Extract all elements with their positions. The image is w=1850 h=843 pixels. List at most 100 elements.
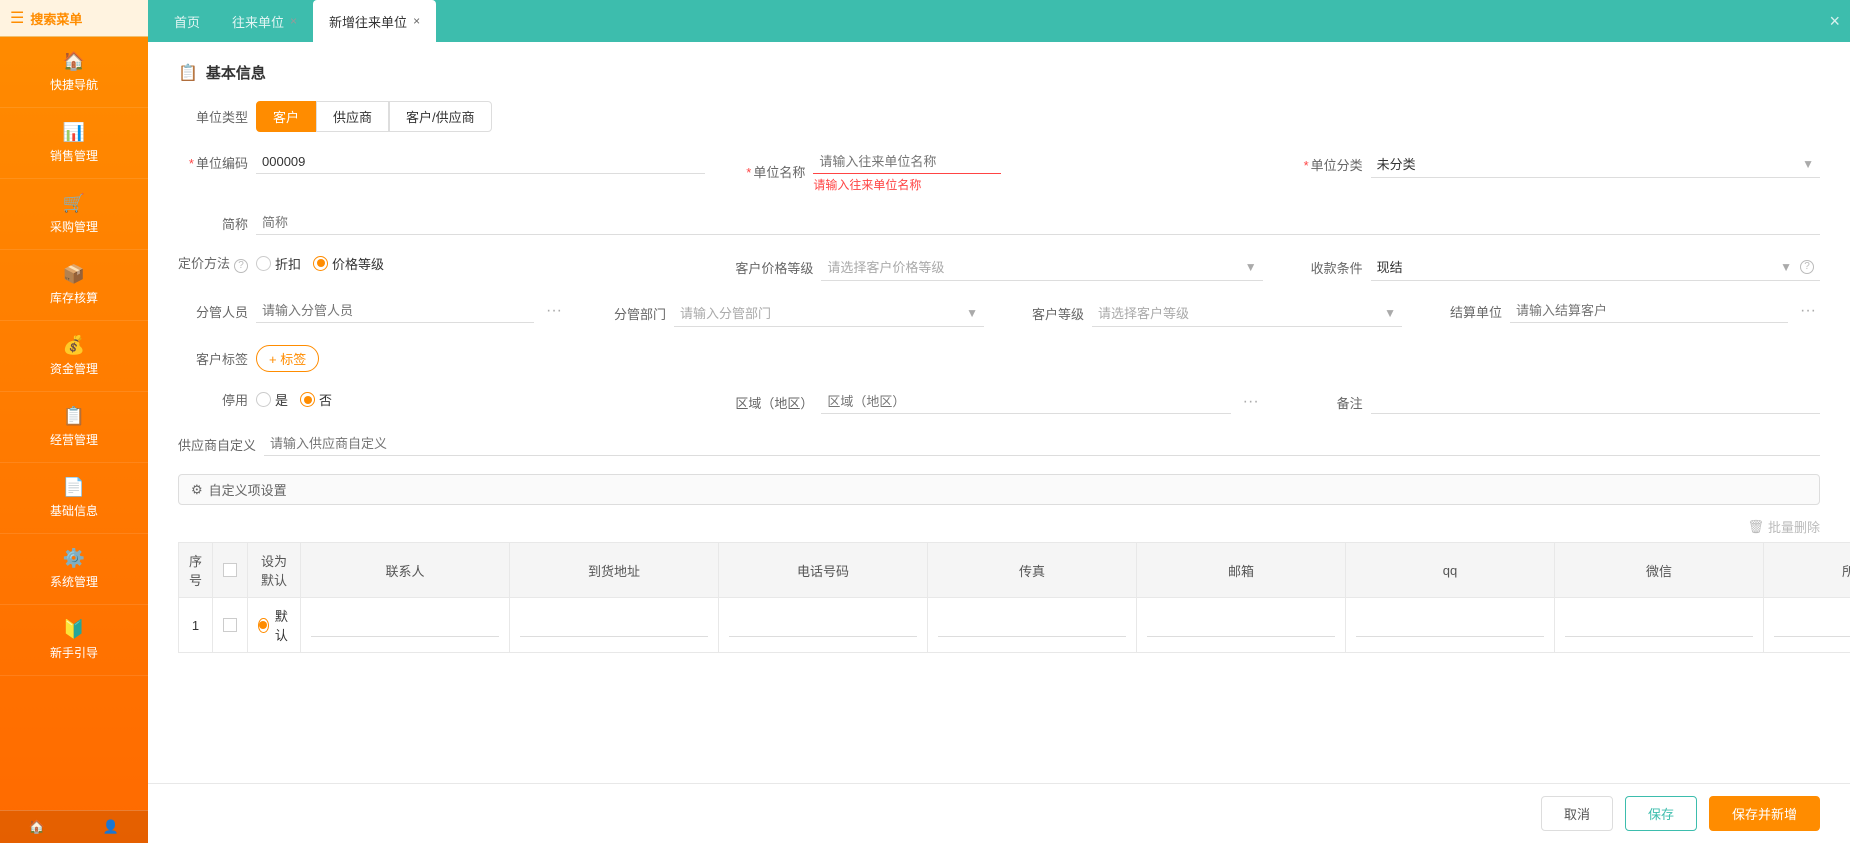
short-name-field: 简称 bbox=[178, 211, 1820, 235]
unit-type-both-btn[interactable]: 客户/供应商 bbox=[389, 101, 492, 132]
col-email: 邮箱 bbox=[1137, 543, 1346, 598]
tab-vendor-list-close[interactable]: × bbox=[290, 14, 297, 28]
sidebar-item-sales[interactable]: 📊 销售管理 bbox=[0, 108, 148, 179]
payment-help-icon[interactable]: ? bbox=[1800, 260, 1814, 274]
manager-input[interactable] bbox=[256, 299, 534, 323]
close-all-button[interactable]: × bbox=[1829, 11, 1840, 32]
qq-input[interactable] bbox=[1356, 613, 1544, 637]
cell-phone[interactable] bbox=[719, 598, 928, 653]
system-icon: ⚙️ bbox=[63, 548, 85, 569]
tab-new-vendor-close[interactable]: × bbox=[413, 14, 420, 28]
tab-new-vendor[interactable]: 新增往来单位 × bbox=[313, 0, 436, 42]
unit-name-input[interactable] bbox=[813, 150, 1001, 174]
sidebar-bottom-home[interactable]: 🏠 bbox=[29, 819, 45, 835]
unit-code-label: *单位编码 bbox=[178, 153, 248, 172]
sidebar-search-label: 搜索菜单 bbox=[30, 9, 82, 28]
sidebar-item-operations[interactable]: 📋 经营管理 bbox=[0, 392, 148, 463]
sidebar-item-quick-nav[interactable]: 🏠 快捷导航 bbox=[0, 37, 148, 108]
sidebar-label-guide: 新手引导 bbox=[50, 644, 98, 661]
custom-setting-button[interactable]: ⚙ 自定义项设置 bbox=[178, 474, 1820, 505]
col-check bbox=[213, 543, 248, 598]
tab-home[interactable]: 首页 bbox=[158, 0, 216, 42]
supplier-custom-input[interactable] bbox=[264, 432, 1820, 456]
email-input[interactable] bbox=[1147, 613, 1335, 637]
disabled-yes-label: 是 bbox=[275, 390, 288, 409]
wechat-input[interactable] bbox=[1565, 613, 1753, 637]
save-button[interactable]: 保存 bbox=[1625, 796, 1697, 831]
customer-price-level-value: 请选择客户价格等级 bbox=[827, 257, 1240, 276]
footer-bar: 取消 保存 保存并新增 bbox=[148, 783, 1850, 843]
unit-category-select[interactable]: 未分类 ▼ bbox=[1371, 150, 1820, 178]
cell-no: 1 bbox=[179, 598, 213, 653]
row-checkbox[interactable] bbox=[223, 618, 237, 632]
save-new-button[interactable]: 保存并新增 bbox=[1709, 796, 1820, 831]
batch-delete-area: 🗑 批量删除 bbox=[178, 517, 1820, 536]
select-all-checkbox[interactable] bbox=[223, 563, 237, 577]
short-name-input[interactable] bbox=[256, 211, 1820, 235]
col-qq: qq bbox=[1346, 543, 1555, 598]
customer-level-select[interactable]: 请选择客户等级 ▼ bbox=[1092, 299, 1402, 327]
region-input[interactable] bbox=[821, 390, 1230, 414]
payment-terms-value: 现结 bbox=[1377, 257, 1776, 276]
department-select[interactable]: 请输入分管部门 ▼ bbox=[674, 299, 984, 327]
disabled-no-radio[interactable]: 否 bbox=[300, 390, 332, 409]
sidebar-search[interactable]: ☰ 搜索菜单 bbox=[0, 0, 148, 37]
tab-vendor-list[interactable]: 往来单位 × bbox=[216, 0, 313, 42]
settlement-input[interactable] bbox=[1510, 299, 1788, 323]
col-location: 所在地区 bbox=[1764, 543, 1850, 598]
customer-level-arrow: ▼ bbox=[1384, 306, 1396, 320]
user-bottom-icon: 👤 bbox=[103, 819, 119, 835]
col-phone: 电话号码 bbox=[719, 543, 928, 598]
unit-name-field-wrap: 请输入往来单位名称 bbox=[813, 150, 1001, 193]
custom-setting-label: 自定义项设置 bbox=[209, 480, 287, 499]
sidebar-item-purchase[interactable]: 🛒 采购管理 bbox=[0, 179, 148, 250]
sidebar-item-finance[interactable]: 💰 资金管理 bbox=[0, 321, 148, 392]
sidebar-label-basic-info: 基础信息 bbox=[50, 502, 98, 519]
tab-home-label: 首页 bbox=[174, 12, 200, 31]
cell-location[interactable] bbox=[1764, 598, 1850, 653]
cancel-button[interactable]: 取消 bbox=[1541, 796, 1613, 831]
pricing-discount-radio[interactable]: 折扣 bbox=[256, 254, 301, 273]
location-input[interactable] bbox=[1774, 613, 1850, 637]
sidebar-bottom-user[interactable]: 👤 bbox=[103, 819, 119, 835]
sidebar-item-inventory[interactable]: 📦 库存核算 bbox=[0, 250, 148, 321]
pricing-level-radio[interactable]: 价格等级 bbox=[313, 254, 384, 273]
disabled-yes-radio[interactable]: 是 bbox=[256, 390, 288, 409]
page-content: 📋 基本信息 单位类型 客户 供应商 客户/供应商 *单位编码 *单位名称 bbox=[148, 42, 1850, 783]
sidebar-item-system[interactable]: ⚙️ 系统管理 bbox=[0, 534, 148, 605]
unit-type-customer-btn[interactable]: 客户 bbox=[256, 101, 316, 132]
pricing-level-outer bbox=[313, 256, 328, 271]
sidebar-item-guide[interactable]: 🔰 新手引导 bbox=[0, 605, 148, 676]
customer-price-level-select[interactable]: 请选择客户价格等级 ▼ bbox=[821, 253, 1262, 281]
short-name-row: 简称 bbox=[178, 211, 1820, 235]
unit-type-supplier-btn[interactable]: 供应商 bbox=[316, 101, 389, 132]
department-label: 分管部门 bbox=[596, 304, 666, 323]
remark-field: 备注 bbox=[1293, 390, 1820, 414]
contact-input[interactable] bbox=[311, 613, 499, 637]
batch-delete-label[interactable]: 批量删除 bbox=[1768, 517, 1820, 536]
cell-contact[interactable] bbox=[301, 598, 510, 653]
manager-more-btn[interactable]: ··· bbox=[542, 302, 566, 320]
payment-terms-select[interactable]: 现结 ▼ ? bbox=[1371, 253, 1820, 281]
unit-code-input[interactable] bbox=[256, 150, 705, 174]
cell-qq[interactable] bbox=[1346, 598, 1555, 653]
cell-wechat[interactable] bbox=[1555, 598, 1764, 653]
operations-icon: 📋 bbox=[63, 406, 85, 427]
region-more-btn[interactable]: ··· bbox=[1239, 393, 1263, 411]
fax-input[interactable] bbox=[938, 613, 1126, 637]
table-body: 1 默认 bbox=[179, 598, 1850, 653]
settlement-more-btn[interactable]: ··· bbox=[1796, 302, 1820, 320]
remark-input[interactable] bbox=[1371, 390, 1820, 414]
table-head: 序号 设为默认 联系人 到货地址 电话号码 传真 邮箱 qq 微信 所在地区 操… bbox=[179, 543, 1850, 598]
pricing-method-field: 定价方法? 折扣 价格等级 bbox=[178, 253, 705, 273]
sidebar-item-basic-info[interactable]: 📄 基础信息 bbox=[0, 463, 148, 534]
cell-address[interactable] bbox=[510, 598, 719, 653]
tag-field: 客户标签 + 标签 bbox=[178, 345, 1820, 372]
default-radio[interactable]: 默认 bbox=[258, 606, 290, 644]
phone-input[interactable] bbox=[729, 613, 917, 637]
tag-add-button[interactable]: + 标签 bbox=[256, 345, 319, 372]
pricing-help-icon[interactable]: ? bbox=[234, 259, 248, 273]
address-input[interactable] bbox=[520, 613, 708, 637]
cell-fax[interactable] bbox=[928, 598, 1137, 653]
cell-email[interactable] bbox=[1137, 598, 1346, 653]
